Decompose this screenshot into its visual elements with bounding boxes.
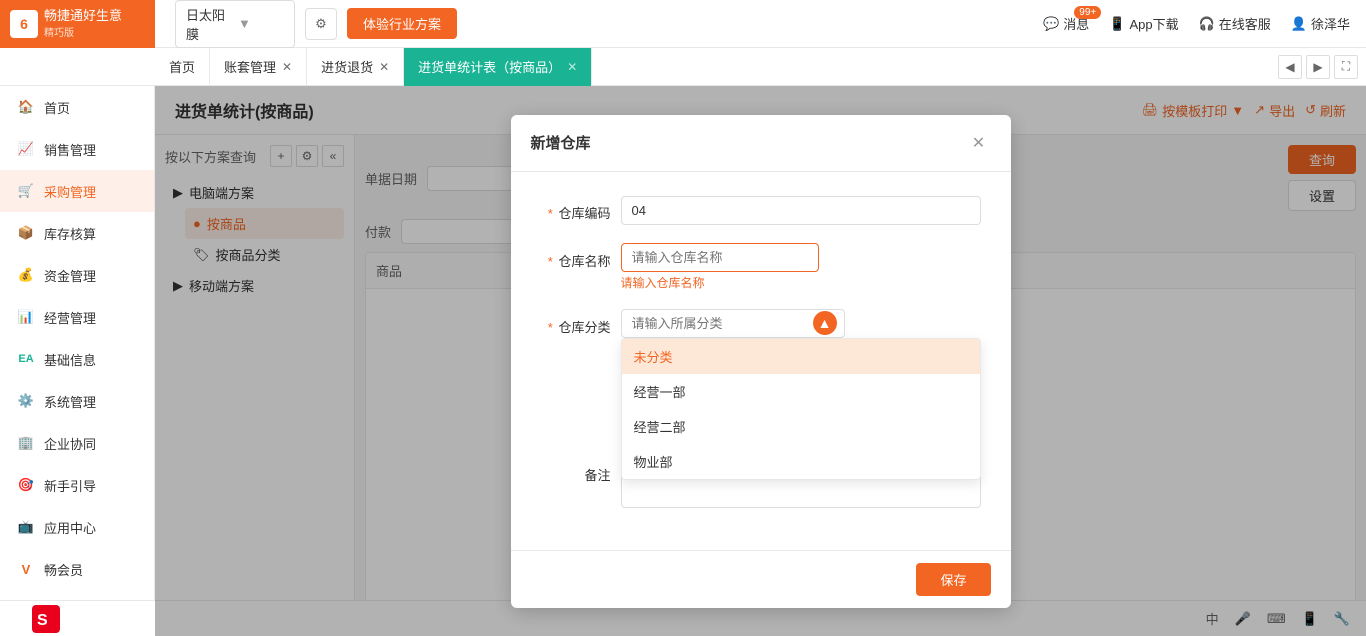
tab-close-return[interactable]: ✕ (379, 60, 389, 74)
dropdown-item-dept2[interactable]: 经营二部 (622, 409, 980, 444)
store-selector[interactable]: 日太阳膜 ▼ (175, 0, 295, 48)
tab-controls: ◀ ▶ ⛶ (1278, 55, 1366, 79)
guide-icon: 🎯 (16, 475, 36, 495)
sales-icon: 📈 (16, 139, 36, 159)
finance-icon: 💰 (16, 265, 36, 285)
basic-icon: EA (16, 349, 36, 369)
form-row-name: * 仓库名称 请输入仓库名称 (541, 243, 981, 291)
name-error-message: 请输入仓库名称 (621, 274, 705, 291)
svg-text:S: S (37, 612, 48, 629)
message-badge: 99+ (1074, 6, 1101, 19)
avatar: 👤 (1291, 16, 1307, 32)
main-layout: 🏠 首页 📈 销售管理 🛒 采购管理 📦 库存核算 💰 资金管理 📊 经营管理 … (0, 86, 1366, 636)
tab-scroll-left[interactable]: ◀ (1278, 55, 1302, 79)
name-label: * 仓库名称 (541, 244, 621, 270)
member-icon: V (16, 559, 36, 579)
tab-purchase-return[interactable]: 进货退货 ✕ (307, 48, 404, 86)
sidebar-item-enterprise[interactable]: 🏢 企业协同 (0, 422, 154, 464)
category-dropdown: 未分类 经营一部 经营二部 物业部 (621, 338, 981, 480)
category-label: * 仓库分类 (541, 310, 621, 336)
sidebar-item-purchase[interactable]: 🛒 采购管理 (0, 170, 154, 212)
dropdown-item-property[interactable]: 物业部 (622, 444, 980, 479)
sidebar-item-stock[interactable]: 📦 库存核算 (0, 212, 154, 254)
logo-icon: 6 (10, 10, 38, 38)
sidebar-item-apps[interactable]: 📺 应用中心 (0, 506, 154, 548)
dropdown-item-dept1[interactable]: 经营一部 (622, 374, 980, 409)
name-input[interactable] (621, 243, 819, 272)
trial-button[interactable]: 体验行业方案 (347, 8, 457, 39)
modal-overlay: 新增仓库 ✕ * 仓库编码 (155, 86, 1366, 636)
tab-fullscreen[interactable]: ⛶ (1334, 55, 1358, 79)
category-input[interactable] (621, 309, 845, 338)
settings-button[interactable]: ⚙ (305, 8, 337, 40)
tab-scroll-right[interactable]: ▶ (1306, 55, 1330, 79)
sidebar-item-operation[interactable]: 📊 经营管理 (0, 296, 154, 338)
user-profile[interactable]: 👤 徐泽华 (1291, 14, 1350, 33)
chevron-down-icon: ▼ (238, 16, 284, 31)
modal-header: 新增仓库 ✕ (511, 115, 1011, 172)
top-right-area: 💬 消息 99+ 📱 App下载 🎧 在线客服 👤 徐泽华 (1043, 14, 1350, 33)
app-download-button[interactable]: 📱 App下载 (1109, 14, 1178, 33)
tab-purchase-stats[interactable]: 进货单统计表（按商品） ✕ (404, 48, 592, 86)
sidebar-item-home[interactable]: 🏠 首页 (0, 86, 154, 128)
form-row-category: * 仓库分类 ▲ 未分类 经营一部 经营二部 (541, 309, 981, 338)
purchase-icon: 🛒 (16, 181, 36, 201)
tab-bar: 首页 账套管理 ✕ 进货退货 ✕ 进货单统计表（按商品） ✕ ◀ ▶ ⛶ (0, 48, 1366, 86)
modal-close-button[interactable]: ✕ (967, 131, 991, 155)
logo-text: 畅捷通好生意 精巧版 (44, 8, 122, 40)
sidebar-item-sales[interactable]: 📈 销售管理 (0, 128, 154, 170)
sidebar-item-member[interactable]: V 畅会员 (0, 548, 154, 590)
apps-icon: 📺 (16, 517, 36, 537)
stock-icon: 📦 (16, 223, 36, 243)
sidebar-item-finance[interactable]: 💰 资金管理 (0, 254, 154, 296)
enterprise-icon: 🏢 (16, 433, 36, 453)
remark-label: 备注 (541, 458, 621, 484)
tab-account[interactable]: 账套管理 ✕ (210, 48, 307, 86)
new-warehouse-modal: 新增仓库 ✕ * 仓库编码 (511, 115, 1011, 608)
code-input[interactable] (621, 196, 981, 225)
content-area: 进货单统计(按商品) 🖨 按模板打印 ▼ ↗ 导出 ↺ 刷新 (155, 86, 1366, 636)
top-bar: 6 畅捷通好生意 精巧版 日太阳膜 ▼ ⚙ 体验行业方案 💬 消息 99+ 📱 … (0, 0, 1366, 48)
logo: 6 畅捷通好生意 精巧版 (0, 0, 155, 48)
form-row-code: * 仓库编码 (541, 196, 981, 225)
brand-logo-icon: S (32, 605, 60, 633)
sidebar-item-system[interactable]: ⚙️ 系统管理 (0, 380, 154, 422)
tab-home[interactable]: 首页 (155, 48, 210, 86)
customer-service-button[interactable]: 🎧 在线客服 (1199, 14, 1271, 33)
messages-button[interactable]: 💬 消息 99+ (1043, 14, 1089, 33)
operation-icon: 📊 (16, 307, 36, 327)
system-icon: ⚙️ (16, 391, 36, 411)
tab-close-account[interactable]: ✕ (282, 60, 292, 74)
phone-icon: 📱 (1109, 16, 1125, 32)
code-label: * 仓库编码 (541, 196, 621, 222)
home-icon: 🏠 (16, 97, 36, 117)
modal-body: * 仓库编码 * 仓库名称 (511, 172, 1011, 550)
modal-footer: 保存 (511, 550, 1011, 608)
sidebar: 🏠 首页 📈 销售管理 🛒 采购管理 📦 库存核算 💰 资金管理 📊 经营管理 … (0, 86, 155, 636)
category-field-wrapper: ▲ (621, 309, 845, 338)
tab-close-stats[interactable]: ✕ (567, 60, 577, 74)
sidebar-item-basic[interactable]: EA 基础信息 (0, 338, 154, 380)
dropdown-item-unclassified[interactable]: 未分类 (622, 339, 980, 374)
category-toggle-button[interactable]: ▲ (813, 311, 837, 335)
message-icon: 💬 (1043, 16, 1059, 32)
sidebar-item-guide[interactable]: 🎯 新手引导 (0, 464, 154, 506)
modal-title: 新增仓库 (531, 132, 591, 153)
headphone-icon: 🎧 (1199, 16, 1215, 32)
save-button[interactable]: 保存 (916, 563, 990, 596)
